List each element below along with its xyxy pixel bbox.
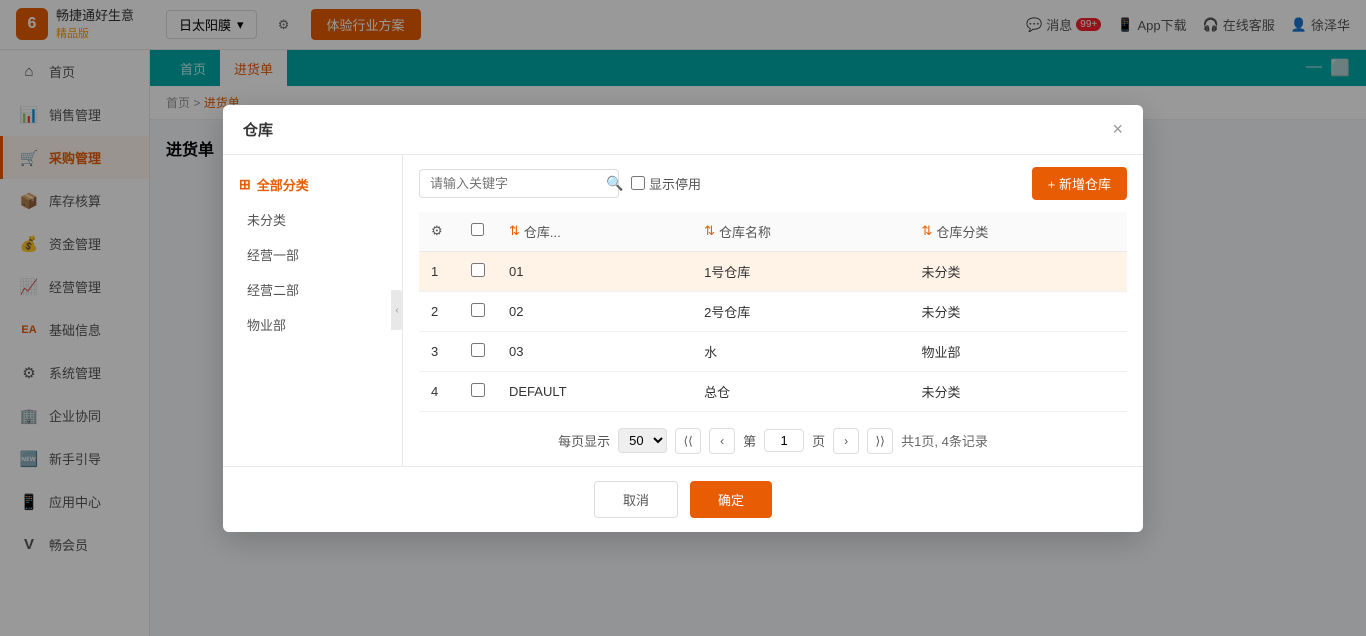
row-name: 1号仓库 [692,251,909,291]
row-checkbox-cell [459,251,497,291]
dialog-footer: 取消 确定 [223,466,1143,532]
table-header-row: ⚙ ⇅ 仓库... [419,212,1127,252]
th-code: ⇅ 仓库... [497,212,692,252]
row-checkbox-cell [459,291,497,331]
sort-icon3: ⇅ [922,223,933,239]
row-checkbox[interactable] [471,383,485,397]
table-panel: 🔍 显示停用 + 新增仓库 ⚙ [403,155,1143,466]
grid-icon: ⊞ [239,176,251,193]
table-row[interactable]: 1 01 1号仓库 未分类 [419,251,1127,291]
show-disabled-checkbox[interactable] [631,176,645,190]
row-name: 水 [692,331,909,371]
table-container: ⚙ ⇅ 仓库... [419,212,1127,412]
prev-page-button[interactable]: ‹ [709,428,735,454]
th-checkbox [459,212,497,252]
last-page-button[interactable]: ⟩⟩ [867,428,893,454]
row-category: 物业部 [910,331,1127,371]
th-name: ⇅ 仓库名称 [692,212,909,252]
add-warehouse-button[interactable]: + 新增仓库 [1032,167,1127,200]
table-row[interactable]: 3 03 水 物业部 [419,331,1127,371]
warehouse-table: ⚙ ⇅ 仓库... [419,212,1127,412]
row-name: 2号仓库 [692,291,909,331]
search-icon[interactable]: 🔍 [606,175,623,192]
per-page-select[interactable]: 50 [618,428,667,453]
sort-icon2: ⇅ [704,223,715,239]
collapse-panel-button[interactable]: ‹ [391,290,403,330]
category-panel: ⊞ 全部分类 未分类 经营一部 经营二部 物业部 ‹ [223,155,403,466]
settings-icon: ⚙ [431,223,443,238]
row-index: 1 [419,251,459,291]
dialog-overlay: 仓库 × ⊞ 全部分类 未分类 经营一部 经营二部 物业部 ‹ [0,0,1366,636]
row-code: DEFAULT [497,371,692,411]
select-all-checkbox[interactable] [471,223,484,236]
row-checkbox-cell [459,371,497,411]
next-page-button[interactable]: › [833,428,859,454]
dialog-header: 仓库 × [223,105,1143,155]
row-index: 4 [419,371,459,411]
page-number-input[interactable] [764,429,804,452]
confirm-button[interactable]: 确定 [690,481,772,518]
row-code: 02 [497,291,692,331]
row-category: 未分类 [910,291,1127,331]
pagination-bar: 每页显示 50 ⟨⟨ ‹ 第 页 › ⟩⟩ 共1页, 4条记录 [419,428,1127,454]
category-item-0[interactable]: 未分类 [223,202,402,237]
row-category: 未分类 [910,251,1127,291]
row-code: 03 [497,331,692,371]
th-settings: ⚙ [419,212,459,252]
warehouse-dialog: 仓库 × ⊞ 全部分类 未分类 经营一部 经营二部 物业部 ‹ [223,105,1143,532]
row-checkbox[interactable] [471,343,485,357]
row-code: 01 [497,251,692,291]
category-item-1[interactable]: 经营一部 [223,237,402,272]
dialog-body: ⊞ 全部分类 未分类 经营一部 经营二部 物业部 ‹ 🔍 [223,155,1143,466]
table-row[interactable]: 4 DEFAULT 总仓 未分类 [419,371,1127,411]
table-toolbar: 🔍 显示停用 + 新增仓库 [419,167,1127,200]
table-header: ⚙ ⇅ 仓库... [419,212,1127,252]
all-category-label: 全部分类 [257,175,309,194]
table-body: 1 01 1号仓库 未分类 2 [419,251,1127,411]
search-box: 🔍 [419,169,619,198]
row-checkbox[interactable] [471,303,485,317]
th-category: ⇅ 仓库分类 [910,212,1127,252]
row-category: 未分类 [910,371,1127,411]
row-index: 3 [419,331,459,371]
all-category-item[interactable]: ⊞ 全部分类 [223,167,402,202]
search-input[interactable] [430,176,606,191]
page-info: 共1页, 4条记录 [901,431,988,450]
category-item-2[interactable]: 经营二部 [223,272,402,307]
sort-icon: ⇅ [509,223,520,239]
category-item-3[interactable]: 物业部 [223,307,402,342]
first-page-button[interactable]: ⟨⟨ [675,428,701,454]
dialog-close-button[interactable]: × [1112,119,1123,140]
table-row[interactable]: 2 02 2号仓库 未分类 [419,291,1127,331]
row-index: 2 [419,291,459,331]
row-checkbox-cell [459,331,497,371]
row-checkbox[interactable] [471,263,485,277]
show-disabled-toggle[interactable]: 显示停用 [631,174,701,193]
row-name: 总仓 [692,371,909,411]
cancel-button[interactable]: 取消 [594,481,678,518]
dialog-title: 仓库 [243,119,273,140]
